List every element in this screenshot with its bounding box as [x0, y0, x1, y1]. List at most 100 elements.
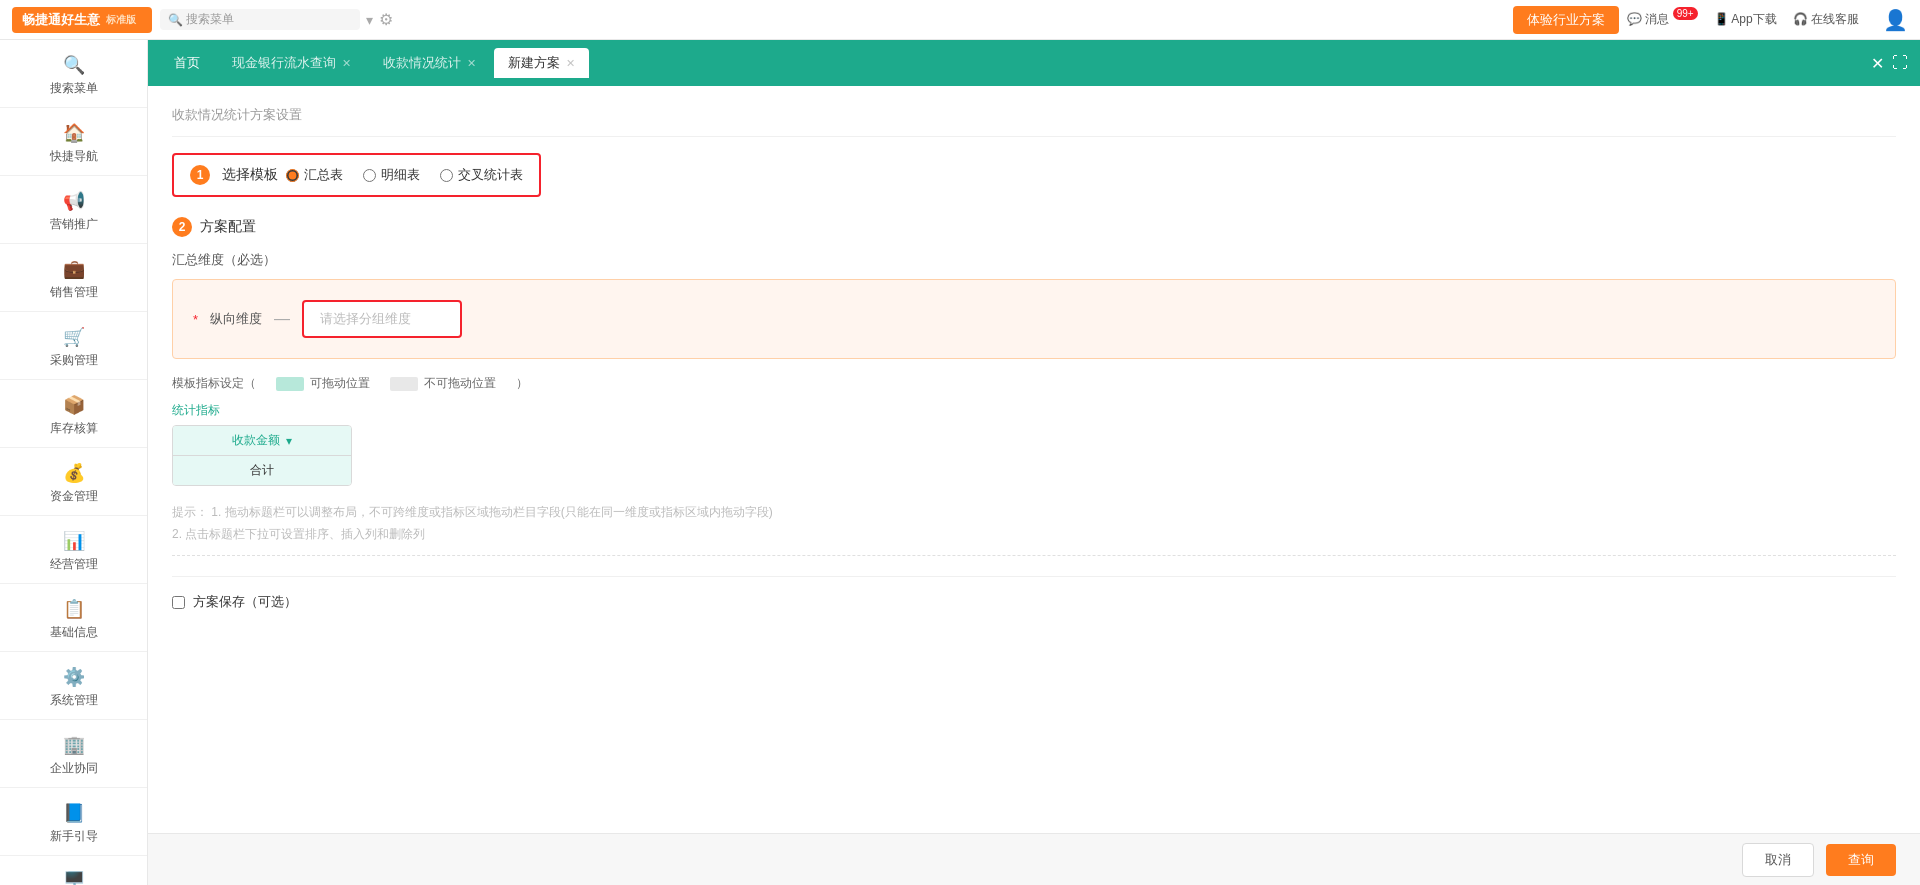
indicator-legend: 模板指标设定（ 可拖动位置 不可拖动位置 ） — [172, 375, 1896, 392]
sidebar-item-system[interactable]: ⚙️ 系统管理 — [0, 652, 147, 720]
sidebar-label-finance: 资金管理 — [50, 488, 98, 505]
tab-home[interactable]: 首页 — [160, 48, 214, 78]
tab-receipts-close[interactable]: ✕ — [467, 57, 476, 70]
tab-cashflow[interactable]: 现金银行流水查询 ✕ — [218, 48, 365, 78]
tab-cashflow-label: 现金银行流水查询 — [232, 54, 336, 72]
tip1: 提示： 1. 拖动标题栏可以调整布局，不可跨维度或指标区域拖动栏目字段(只能在同… — [172, 502, 1896, 524]
sidebar-item-enterprise[interactable]: 🏢 企业协同 — [0, 720, 147, 788]
page-inner: 收款情况统计方案设置 1 选择模板 汇总表 明细表 — [148, 86, 1920, 833]
radio-detail-label: 明细表 — [381, 166, 420, 184]
hardware-icon: 🖥️ — [63, 870, 85, 885]
sidebar-label-guide: 新手引导 — [50, 828, 98, 845]
template-radio-group: 汇总表 明细表 交叉统计表 — [286, 166, 523, 184]
sidebar-item-finance[interactable]: 💰 资金管理 — [0, 448, 147, 516]
radio-summary[interactable]: 汇总表 — [286, 166, 343, 184]
service-btn[interactable]: 🎧 在线客服 — [1793, 11, 1859, 28]
window-close-icon[interactable]: ✕ — [1871, 54, 1884, 73]
non-draggable-box — [390, 377, 418, 391]
sidebar-item-basic[interactable]: 📋 基础信息 — [0, 584, 147, 652]
cancel-button[interactable]: 取消 — [1742, 843, 1814, 877]
guide-icon: 📘 — [63, 802, 85, 824]
tips-section: 提示： 1. 拖动标题栏可以调整布局，不可跨维度或指标区域拖动栏目字段(只能在同… — [172, 502, 1896, 545]
page-content: 收款情况统计方案设置 1 选择模板 汇总表 明细表 — [148, 86, 1920, 833]
indicator-title: 统计指标 — [172, 402, 1896, 419]
indicator-title-text: 统计指标 — [172, 403, 220, 417]
step2-number: 2 — [172, 217, 192, 237]
message-btn[interactable]: 💬 消息 99+ — [1627, 11, 1698, 28]
tab-new-plan[interactable]: 新建方案 ✕ — [494, 48, 589, 78]
sidebar-item-sales[interactable]: 💼 销售管理 — [0, 244, 147, 312]
tab-cashflow-close[interactable]: ✕ — [342, 57, 351, 70]
sidebar-item-hardware[interactable]: 🖥️ 智能硬件 — [0, 856, 147, 885]
tip2-text: 2. 点击标题栏下拉可设置排序、插入列和删除列 — [172, 527, 425, 541]
download-btn[interactable]: 📱 App下载 — [1714, 11, 1777, 28]
close-bracket: ） — [516, 375, 528, 392]
inventory-icon: 📦 — [63, 394, 85, 416]
template-section: 1 选择模板 汇总表 明细表 交叉统计表 — [172, 153, 541, 197]
indicator-dropdown-icon[interactable]: ▾ — [286, 434, 292, 448]
sidebar-item-search[interactable]: 🔍 搜索菜单 — [0, 40, 147, 108]
logo-sub: 标准版 — [106, 13, 136, 27]
sidebar-item-guide[interactable]: 📘 新手引导 — [0, 788, 147, 856]
sidebar-item-marketing[interactable]: 📢 营销推广 — [0, 176, 147, 244]
search-box[interactable]: 🔍 搜索菜单 — [160, 9, 360, 30]
dropdown-icon[interactable]: ▾ — [366, 12, 373, 28]
draggable-label: 可拖动位置 — [310, 375, 370, 392]
tab-bar-right: ✕ ⛶ — [1871, 54, 1908, 73]
radio-summary-input[interactable] — [286, 169, 299, 182]
search-placeholder: 搜索菜单 — [186, 11, 234, 28]
tab-receipts[interactable]: 收款情况统计 ✕ — [369, 48, 490, 78]
finance-icon: 💰 — [63, 462, 85, 484]
dimension-placeholder: 请选择分组维度 — [320, 310, 411, 328]
dimension-label: 汇总维度（必选） — [172, 251, 1896, 269]
logo-text: 畅捷通好生意 — [22, 11, 100, 29]
sidebar-item-management[interactable]: 📊 经营管理 — [0, 516, 147, 584]
window-maximize-icon[interactable]: ⛶ — [1892, 54, 1908, 72]
sidebar-item-inventory[interactable]: 📦 库存核算 — [0, 380, 147, 448]
tip1-text: 1. 拖动标题栏可以调整布局，不可跨维度或指标区域拖动栏目字段(只能在同一维度或… — [211, 505, 772, 519]
sidebar-label-purchase: 采购管理 — [50, 352, 98, 369]
query-button[interactable]: 查询 — [1826, 844, 1896, 876]
user-avatar[interactable]: 👤 — [1883, 8, 1908, 32]
tab-bar: 首页 现金银行流水查询 ✕ 收款情况统计 ✕ 新建方案 ✕ ✕ ⛶ — [148, 40, 1920, 86]
sidebar-item-home[interactable]: 🏠 快捷导航 — [0, 108, 147, 176]
sidebar-label-home: 快捷导航 — [50, 148, 98, 165]
step1-number: 1 — [190, 165, 210, 185]
settings-icon[interactable]: ⚙ — [379, 10, 393, 29]
radio-detail[interactable]: 明细表 — [363, 166, 420, 184]
management-icon: 📊 — [63, 530, 85, 552]
indicator-config-label: 模板指标设定（ — [172, 375, 256, 392]
radio-summary-label: 汇总表 — [304, 166, 343, 184]
content-area: 首页 现金银行流水查询 ✕ 收款情况统计 ✕ 新建方案 ✕ ✕ ⛶ — [148, 40, 1920, 885]
indicator-section: 模板指标设定（ 可拖动位置 不可拖动位置 ） — [172, 375, 1896, 486]
trial-button[interactable]: 体验行业方案 — [1513, 6, 1619, 34]
dimension-select[interactable]: 请选择分组维度 — [302, 300, 462, 338]
sidebar-label-inventory: 库存核算 — [50, 420, 98, 437]
draggable-box — [276, 377, 304, 391]
search-area: 🔍 搜索菜单 ▾ ⚙ — [160, 9, 1505, 30]
tips-title: 提示： — [172, 505, 208, 519]
enterprise-icon: 🏢 — [63, 734, 85, 756]
sidebar: 🔍 搜索菜单 🏠 快捷导航 📢 营销推广 💼 销售管理 🛒 采购管理 📦 库存核… — [0, 40, 148, 885]
legend-non-draggable: 不可拖动位置 — [390, 375, 496, 392]
save-label: 方案保存（可选） — [193, 593, 297, 611]
non-draggable-label: 不可拖动位置 — [424, 375, 496, 392]
save-row: 方案保存（可选） — [172, 576, 1896, 611]
tab-home-label: 首页 — [174, 55, 200, 70]
radio-detail-input[interactable] — [363, 169, 376, 182]
divider — [172, 555, 1896, 556]
sidebar-label-sales: 销售管理 — [50, 284, 98, 301]
save-checkbox[interactable] — [172, 596, 185, 609]
step1-label: 选择模板 — [222, 166, 278, 184]
dimension-box: * 纵向维度 — 请选择分组维度 — [172, 279, 1896, 359]
download-label: App下载 — [1731, 12, 1776, 26]
tab-new-plan-close[interactable]: ✕ — [566, 57, 575, 70]
radio-cross[interactable]: 交叉统计表 — [440, 166, 523, 184]
sidebar-label-enterprise: 企业协同 — [50, 760, 98, 777]
indicator-header-text: 收款金额 — [232, 432, 280, 449]
config-section: 2 方案配置 汇总维度（必选） * 纵向维度 — 请选择分组维度 — [172, 217, 1896, 545]
radio-cross-input[interactable] — [440, 169, 453, 182]
sales-icon: 💼 — [63, 258, 85, 280]
radio-cross-label: 交叉统计表 — [458, 166, 523, 184]
sidebar-item-purchase[interactable]: 🛒 采购管理 — [0, 312, 147, 380]
